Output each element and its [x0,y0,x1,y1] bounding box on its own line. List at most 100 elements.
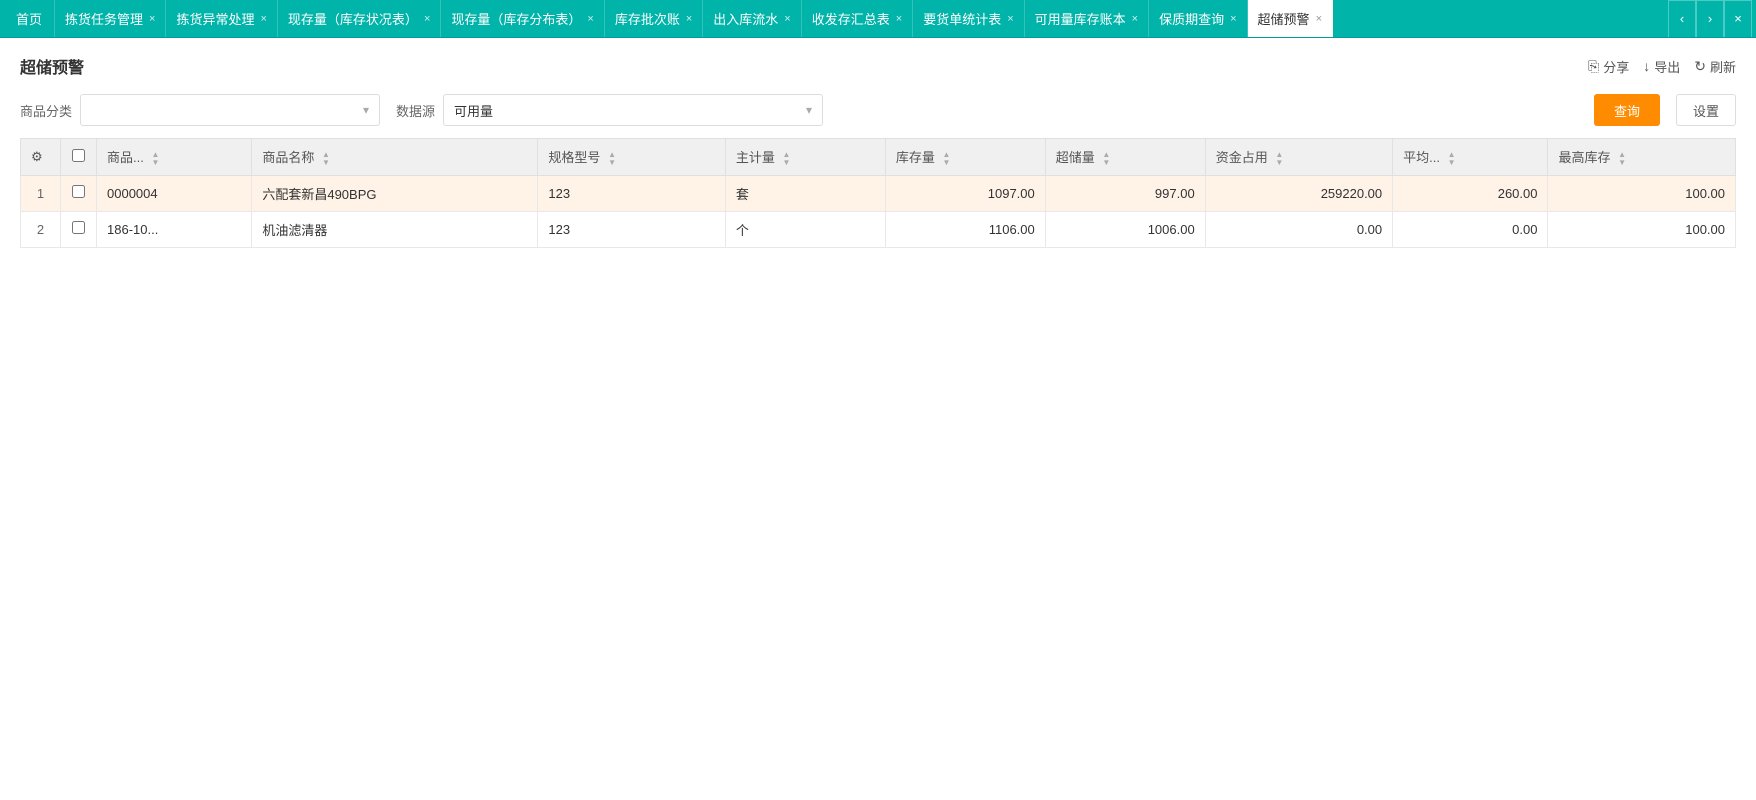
sort-icon-avg: ▲▼ [1448,151,1456,167]
refresh-button[interactable]: ↻ 刷新 [1694,57,1736,76]
nav-tab-3[interactable]: 现存量（库存状况表） × [278,0,441,38]
th-unit[interactable]: 主计量 ▲▼ [725,139,885,176]
th-product-name[interactable]: 商品名称 ▲▼ [252,139,538,176]
row-num-1: 1 [21,175,61,211]
nav-tab-11[interactable]: 超储预警 × [1248,0,1333,38]
gear-icon: ⚙ [31,149,43,164]
nav-tab-7[interactable]: 收发存汇总表 × [802,0,913,38]
category-select[interactable]: ▾ [80,94,380,126]
nav-tab-10[interactable]: 保质期查询 × [1149,0,1247,38]
th-avg[interactable]: 平均... ▲▼ [1393,139,1548,176]
close-tab-4[interactable]: × [587,13,593,25]
table-header-row: ⚙ 商品... ▲▼ 商品名称 ▲▼ 规格型号 ▲▼ 主计 [21,139,1736,176]
filter-actions: 查询 设置 [1594,94,1736,126]
sort-icon-unit: ▲▼ [783,151,791,167]
row-1-product-code: 0000004 [97,175,252,211]
share-button[interactable]: ⎘ 分享 [1588,57,1629,76]
close-tab-1[interactable]: × [149,13,155,25]
data-table: ⚙ 商品... ▲▼ 商品名称 ▲▼ 规格型号 ▲▼ 主计 [20,138,1736,248]
row-1-product-name: 六配套新昌490BPG [252,175,538,211]
nav-tab-4[interactable]: 现存量（库存分布表） × [441,0,604,38]
row-2-over-stock: 1006.00 [1045,211,1205,247]
export-icon: ↓ [1643,58,1650,74]
nav-tab-8[interactable]: 要货单统计表 × [913,0,1024,38]
row-2-avg: 0.00 [1393,211,1548,247]
nav-arrows: ‹ › × [1668,0,1752,38]
nav-prev-button[interactable]: ‹ [1668,0,1696,38]
datasource-label: 数据源 [396,101,435,120]
row-1-max-stock: 100.00 [1548,175,1736,211]
page-content: 超储预警 ⎘ 分享 ↓ 导出 ↻ 刷新 商品分类 ▾ 数据源 [0,38,1756,800]
close-tab-7[interactable]: × [896,13,902,25]
row-2-spec: 123 [538,211,725,247]
th-product-code[interactable]: 商品... ▲▼ [97,139,252,176]
datasource-filter: 数据源 可用量 ▾ [396,94,823,126]
th-checkbox[interactable] [61,139,97,176]
nav-tab-9[interactable]: 可用量库存账本 × [1025,0,1149,38]
close-tab-8[interactable]: × [1007,13,1013,25]
row-1-spec: 123 [538,175,725,211]
sort-icon-stock: ▲▼ [942,151,950,167]
row-checkbox-1[interactable] [61,175,97,211]
refresh-icon: ↻ [1694,58,1706,75]
row-1-over-stock: 997.00 [1045,175,1205,211]
nav-next-button[interactable]: › [1696,0,1724,38]
close-tab-9[interactable]: × [1132,13,1138,25]
select-all-checkbox[interactable] [72,149,85,162]
row-1-capital: 259220.00 [1205,175,1392,211]
nav-tab-5[interactable]: 库存批次账 × [605,0,703,38]
nav-home[interactable]: 首页 [4,0,55,38]
row-1-checkbox[interactable] [72,185,85,198]
page-title: 超储预警 [20,54,84,78]
top-navigation: 首页 拣货任务管理 × 拣货异常处理 × 现存量（库存状况表） × 现存量（库存… [0,0,1756,38]
datasource-chevron-icon: ▾ [806,103,812,117]
row-2-stock: 1106.00 [885,211,1045,247]
th-over-stock[interactable]: 超储量 ▲▼ [1045,139,1205,176]
category-filter: 商品分类 ▾ [20,94,380,126]
category-label: 商品分类 [20,101,72,120]
row-num-2: 2 [21,211,61,247]
sort-icon-spec: ▲▼ [608,151,616,167]
row-2-checkbox[interactable] [72,221,85,234]
row-2-product-code: 186-10... [97,211,252,247]
datasource-selected-value: 可用量 [454,101,493,120]
row-2-max-stock: 100.00 [1548,211,1736,247]
th-stock[interactable]: 库存量 ▲▼ [885,139,1045,176]
table-row: 1 0000004 六配套新昌490BPG 123 套 1097.00 997.… [21,175,1736,211]
sort-icon-product-code: ▲▼ [151,151,159,167]
close-tab-3[interactable]: × [424,13,430,25]
close-tab-2[interactable]: × [260,13,266,25]
row-checkbox-2[interactable] [61,211,97,247]
nav-tab-6[interactable]: 出入库流水 × [703,0,801,38]
th-spec[interactable]: 规格型号 ▲▼ [538,139,725,176]
nav-close-button[interactable]: × [1724,0,1752,38]
row-2-unit: 个 [725,211,885,247]
nav-tab-2[interactable]: 拣货异常处理 × [166,0,277,38]
row-2-capital: 0.00 [1205,211,1392,247]
header-actions: ⎘ 分享 ↓ 导出 ↻ 刷新 [1588,57,1736,76]
table-row: 2 186-10... 机油滤清器 123 个 1106.00 1006.00 … [21,211,1736,247]
sort-icon-over-stock: ▲▼ [1102,151,1110,167]
query-button[interactable]: 查询 [1594,94,1660,126]
row-2-product-name: 机油滤清器 [252,211,538,247]
filter-row: 商品分类 ▾ 数据源 可用量 ▾ 查询 设置 [20,94,1736,126]
row-1-unit: 套 [725,175,885,211]
nav-tab-1[interactable]: 拣货任务管理 × [55,0,166,38]
datasource-select[interactable]: 可用量 ▾ [443,94,823,126]
page-header: 超储预警 ⎘ 分享 ↓ 导出 ↻ 刷新 [20,54,1736,78]
close-tab-11[interactable]: × [1316,13,1322,25]
category-chevron-icon: ▾ [363,103,369,117]
export-button[interactable]: ↓ 导出 [1643,57,1680,76]
settings-button[interactable]: 设置 [1676,94,1736,126]
sort-icon-max-stock: ▲▼ [1618,151,1626,167]
sort-icon-product-name: ▲▼ [322,151,330,167]
th-capital[interactable]: 资金占用 ▲▼ [1205,139,1392,176]
th-gear[interactable]: ⚙ [21,139,61,176]
close-tab-6[interactable]: × [784,13,790,25]
close-tab-5[interactable]: × [686,13,692,25]
sort-icon-capital: ▲▼ [1275,151,1283,167]
close-tab-10[interactable]: × [1230,13,1236,25]
th-max-stock[interactable]: 最高库存 ▲▼ [1548,139,1736,176]
row-1-avg: 260.00 [1393,175,1548,211]
share-icon: ⎘ [1588,58,1599,75]
